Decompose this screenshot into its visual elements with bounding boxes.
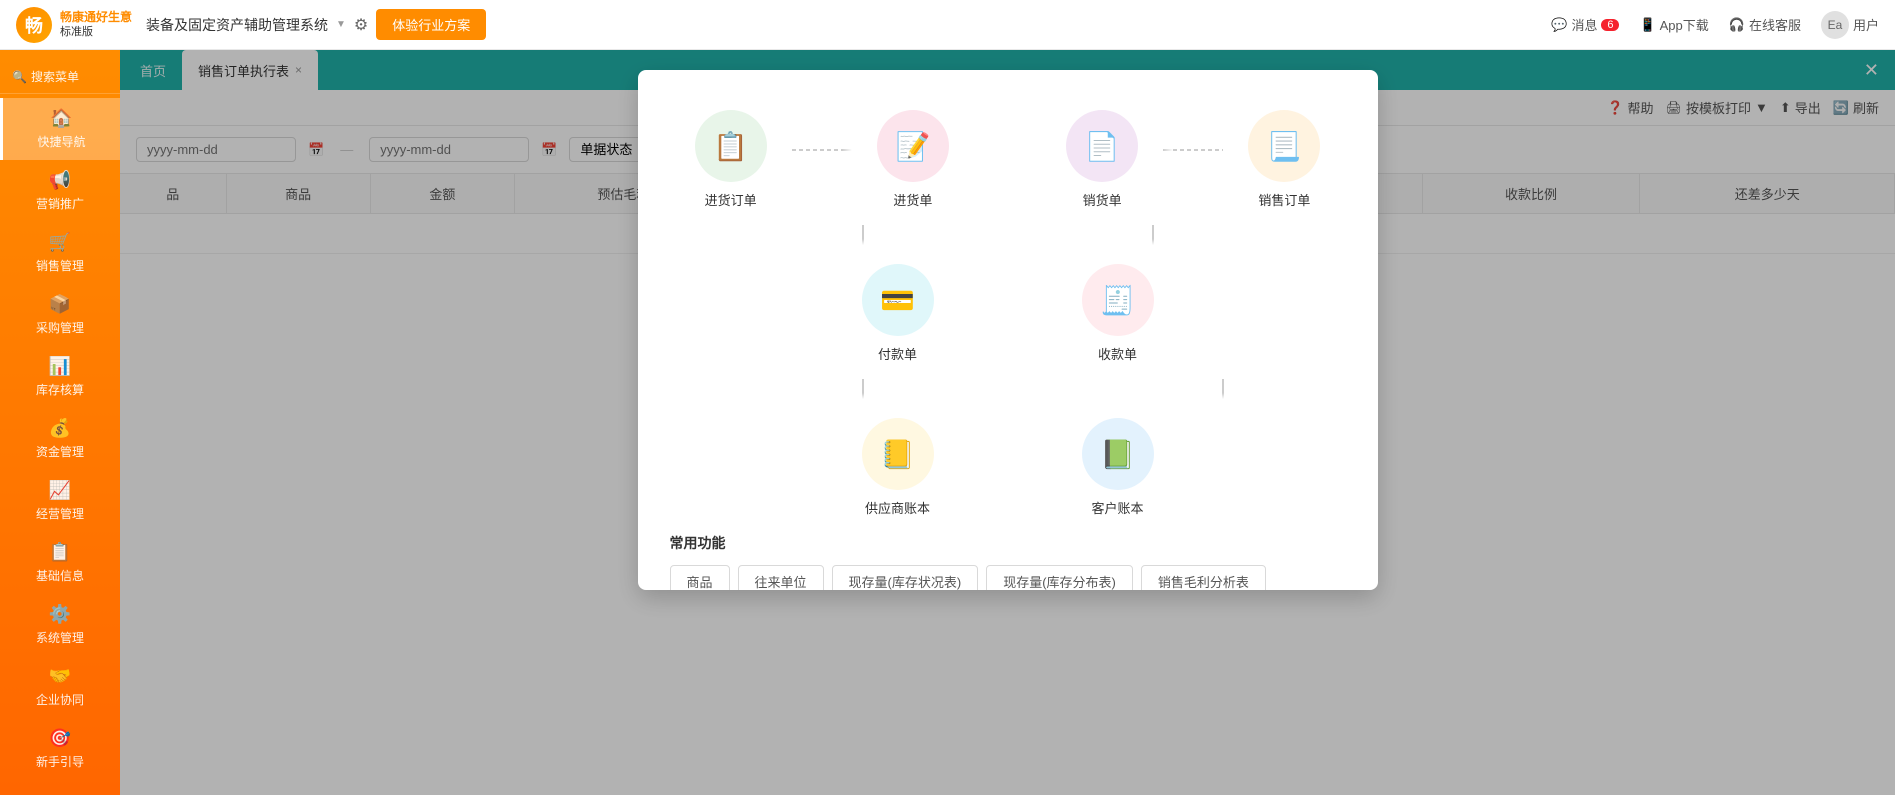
func-buttons-row1: 商品 往来单位 现存量(库存状况表) 现存量(库存分布表) 销售毛利分析表 商品… (670, 565, 1346, 590)
settings-icon[interactable]: ⚙ (354, 15, 368, 35)
receipt-bill-circle[interactable]: 🧾 (1082, 264, 1154, 336)
operations-icon: 📈 (49, 480, 71, 501)
arrow-down-purchase-bill (862, 225, 864, 245)
basic-info-icon: 📋 (49, 542, 71, 563)
supplier-account-circle[interactable]: 📒 (862, 418, 934, 490)
logo-icon: 畅 (16, 7, 52, 43)
arrow-down-receipt (1222, 379, 1224, 399)
logo-area: 畅 畅康通好生意 标准版 (16, 7, 136, 43)
trial-button[interactable]: 体验行业方案 (376, 9, 486, 40)
sidebar-item-marketing[interactable]: 📢 营销推广 (0, 160, 120, 222)
func-btn-stock-dist[interactable]: 现存量(库存分布表) (986, 565, 1133, 590)
enterprise-icon: 🤝 (49, 666, 71, 687)
customer-account-circle[interactable]: 📗 (1082, 418, 1154, 490)
sales-icon: 🛒 (49, 232, 71, 253)
sidebar-item-basic-info[interactable]: 📋 基础信息 (0, 532, 120, 594)
search-icon: 🔍 (12, 70, 27, 84)
sales-order-label: 销售订单 (1258, 190, 1310, 209)
marketing-icon: 📢 (49, 170, 71, 191)
common-functions: 常用功能 商品 往来单位 现存量(库存状况表) 现存量(库存分布表) 销售毛利分… (670, 533, 1346, 590)
receipt-bill-label: 收款单 (1098, 344, 1137, 363)
online-service-nav-item[interactable]: 🎧 在线客服 (1729, 15, 1801, 34)
flow-node-receipt-bill[interactable]: 🧾 收款单 (1048, 248, 1188, 379)
message-badge: 6 (1601, 19, 1619, 31)
customer-account-label: 客户账本 (1091, 498, 1143, 517)
arrow-purchase-to-bill (792, 149, 852, 151)
sidebar-item-enterprise[interactable]: 🤝 企业协同 (0, 656, 120, 718)
sidebar: 🔍 搜索菜单 🏠 快捷导航 📢 营销推广 🛒 销售管理 📦 采购管理 📊 库存核… (0, 50, 120, 795)
purchase-bill-label: 进货单 (893, 190, 932, 209)
supplier-account-label: 供应商账本 (865, 498, 930, 517)
home-icon: 🏠 (50, 108, 72, 129)
phone-icon: 📱 (1639, 17, 1655, 33)
system-dropdown-icon[interactable]: ▼ (336, 19, 346, 30)
sidebar-item-purchase[interactable]: 📦 采购管理 (0, 284, 120, 346)
arrow-sales-order-to-bill (1163, 149, 1223, 151)
arrow-down-sales-bill (1152, 225, 1154, 245)
headset-icon: 🎧 (1729, 17, 1745, 33)
newbie-icon: 🎯 (49, 728, 71, 749)
sidebar-item-operations[interactable]: 📈 经营管理 (0, 470, 120, 532)
sidebar-item-sales[interactable]: 🛒 销售管理 (0, 222, 120, 284)
system-title: 装备及固定资产辅助管理系统 (146, 15, 328, 35)
flow-node-sales-bill[interactable]: 📄 销货单 (1041, 94, 1163, 225)
flow-node-supplier-account[interactable]: 📒 供应商账本 (828, 402, 968, 533)
system-title-area: 装备及固定资产辅助管理系统 ▼ ⚙ 体验行业方案 (146, 9, 1551, 40)
sidebar-item-newbie[interactable]: 🎯 新手引导 (0, 718, 120, 780)
sidebar-item-inventory[interactable]: 📊 库存核算 (0, 346, 120, 408)
flow-node-purchase-order[interactable]: 📋 进货订单 (670, 94, 792, 225)
message-icon: 💬 (1551, 17, 1567, 33)
top-nav-right: 💬 消息 6 📱 App下载 🎧 在线客服 Ea 用户 (1551, 11, 1879, 39)
avatar: Ea (1821, 11, 1849, 39)
payment-bill-label: 付款单 (878, 344, 917, 363)
sales-bill-circle[interactable]: 📄 (1066, 110, 1138, 182)
search-menu[interactable]: 🔍 搜索菜单 (0, 60, 120, 94)
modal-overlay[interactable]: 📋 进货订单 📝 进货单 (120, 50, 1895, 795)
purchase-order-label: 进货订单 (705, 190, 757, 209)
finance-icon: 💰 (49, 418, 71, 439)
sales-bill-label: 销货单 (1083, 190, 1122, 209)
arrow-down-payment (862, 379, 864, 399)
common-functions-title: 常用功能 (670, 533, 1346, 553)
flow-node-sales-order[interactable]: 📃 销售订单 (1223, 94, 1345, 225)
top-nav: 畅 畅康通好生意 标准版 装备及固定资产辅助管理系统 ▼ ⚙ 体验行业方案 💬 … (0, 0, 1895, 50)
sidebar-item-finance[interactable]: 💰 资金管理 (0, 408, 120, 470)
func-btn-sales-margin[interactable]: 销售毛利分析表 (1141, 565, 1266, 590)
payment-bill-circle[interactable]: 💳 (862, 264, 934, 336)
user-nav-item[interactable]: Ea 用户 (1821, 11, 1879, 39)
purchase-icon: 📦 (49, 294, 71, 315)
purchase-order-circle[interactable]: 📋 (695, 110, 767, 182)
sidebar-item-system[interactable]: ⚙️ 系统管理 (0, 594, 120, 656)
flow-node-customer-account[interactable]: 📗 客户账本 (1048, 402, 1188, 533)
purchase-bill-circle[interactable]: 📝 (877, 110, 949, 182)
inventory-icon: 📊 (49, 356, 71, 377)
system-icon: ⚙️ (49, 604, 71, 625)
flow-node-purchase-bill[interactable]: 📝 进货单 (852, 94, 974, 225)
logo-text: 畅康通好生意 标准版 (60, 10, 132, 40)
sales-order-circle[interactable]: 📃 (1248, 110, 1320, 182)
app-download-nav-item[interactable]: 📱 App下载 (1639, 15, 1708, 34)
func-btn-product[interactable]: 商品 (670, 565, 730, 590)
flow-node-payment-bill[interactable]: 💳 付款单 (828, 248, 968, 379)
flow-diagram: 📋 进货订单 📝 进货单 (670, 94, 1346, 533)
sidebar-item-quick-nav[interactable]: 🏠 快捷导航 (0, 98, 120, 160)
func-btn-partner[interactable]: 往来单位 (738, 565, 824, 590)
func-btn-stock-status[interactable]: 现存量(库存状况表) (832, 565, 979, 590)
flow-modal: 📋 进货订单 📝 进货单 (638, 70, 1378, 590)
message-nav-item[interactable]: 💬 消息 6 (1551, 15, 1619, 34)
